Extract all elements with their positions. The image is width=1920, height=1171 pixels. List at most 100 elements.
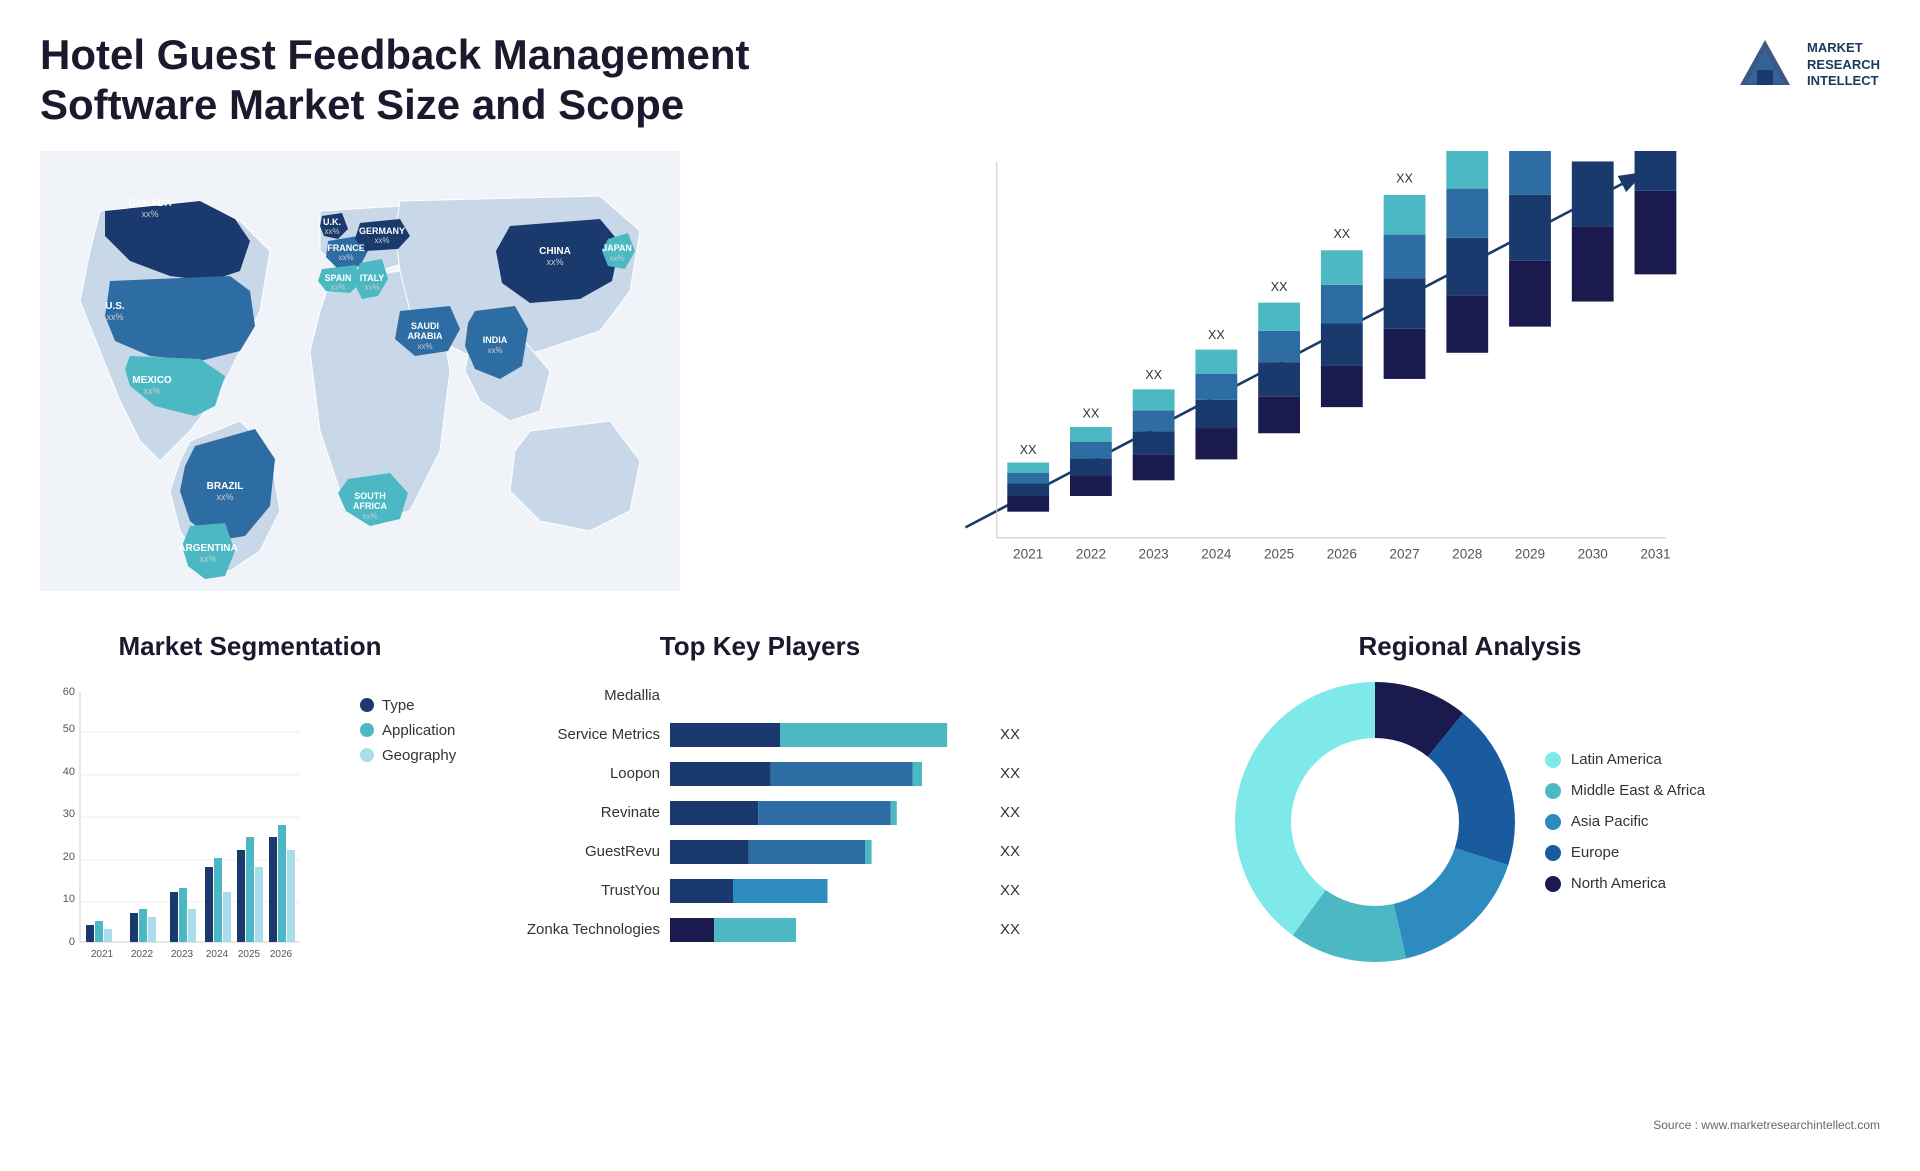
- donut-chart: [1235, 682, 1515, 962]
- header: Hotel Guest Feedback Management Software…: [0, 0, 1920, 151]
- player-name: Zonka Technologies: [500, 921, 660, 938]
- svg-text:xx%: xx%: [364, 283, 379, 292]
- svg-text:2023: 2023: [171, 949, 194, 960]
- svg-text:SPAIN: SPAIN: [325, 273, 352, 283]
- logo-icon: [1735, 35, 1795, 95]
- svg-text:ARABIA: ARABIA: [408, 331, 443, 341]
- player-label: XX: [1000, 843, 1020, 860]
- type-dot: [360, 698, 374, 712]
- player-row-service-metrics: Service Metrics XX: [500, 721, 1020, 749]
- svg-text:xx%: xx%: [338, 253, 353, 262]
- logo-area: MARKET RESEARCH INTELLECT: [1735, 30, 1880, 95]
- segmentation-chart: 0 10 20 30 40 50 60 2021: [40, 682, 300, 982]
- player-row-loopon: Loopon XX: [500, 760, 1020, 788]
- svg-text:xx%: xx%: [216, 492, 233, 502]
- svg-text:FRANCE: FRANCE: [327, 243, 365, 253]
- main-content: CANADA xx% U.S. xx% MEXICO xx% BRAZIL xx…: [0, 151, 1920, 611]
- legend-latin-america: Latin America: [1545, 751, 1705, 768]
- svg-text:2031: 2031: [1640, 547, 1670, 562]
- legend-type: Type: [360, 697, 456, 714]
- svg-text:2025: 2025: [1264, 547, 1294, 562]
- svg-text:xx%: xx%: [141, 209, 158, 219]
- player-row-guestrevu: GuestRevu XX: [500, 838, 1020, 866]
- source-text: Source : www.marketresearchintellect.com: [1653, 1116, 1880, 1134]
- svg-text:10: 10: [63, 893, 75, 905]
- svg-text:2028: 2028: [1452, 547, 1482, 562]
- svg-text:xx%: xx%: [546, 257, 563, 267]
- regional-section: Regional Analysis: [1060, 631, 1880, 1151]
- svg-text:30: 30: [63, 808, 75, 820]
- player-bar: [670, 916, 985, 944]
- svg-text:40: 40: [63, 766, 75, 778]
- svg-text:60: 60: [63, 686, 75, 698]
- svg-text:xx%: xx%: [199, 554, 216, 564]
- svg-text:2022: 2022: [1076, 547, 1106, 562]
- svg-text:2030: 2030: [1578, 547, 1609, 562]
- players-section: Top Key Players Medallia Service Metrics…: [500, 631, 1020, 1151]
- svg-text:20: 20: [63, 851, 75, 863]
- svg-text:ARGENTINA: ARGENTINA: [178, 543, 237, 554]
- regional-content: Latin America Middle East & Africa Asia …: [1060, 682, 1880, 962]
- svg-text:SOUTH: SOUTH: [354, 491, 386, 501]
- svg-text:xx%: xx%: [330, 283, 345, 292]
- svg-text:2027: 2027: [1389, 547, 1419, 562]
- player-bar: [670, 760, 985, 788]
- player-bar: [670, 799, 985, 827]
- svg-text:INDIA: INDIA: [483, 335, 508, 345]
- svg-text:xx%: xx%: [487, 346, 502, 355]
- geography-dot: [360, 748, 374, 762]
- svg-text:2029: 2029: [1515, 547, 1545, 562]
- segmentation-legend: Type Application Geography: [320, 697, 456, 764]
- segmentation-section: Market Segmentation 0 10 20 30 40 50 60: [40, 631, 460, 1151]
- svg-text:U.S.: U.S.: [105, 301, 125, 312]
- svg-text:MEXICO: MEXICO: [132, 375, 172, 386]
- svg-text:XX: XX: [1208, 328, 1225, 342]
- player-name: Revinate: [500, 804, 660, 821]
- player-row-trustyou: TrustYou XX: [500, 877, 1020, 905]
- player-bar: [670, 721, 985, 749]
- player-name: Medallia: [500, 687, 660, 704]
- player-row-zonka: Zonka Technologies XX: [500, 916, 1020, 944]
- regional-title: Regional Analysis: [1060, 631, 1880, 662]
- segmentation-title: Market Segmentation: [40, 631, 460, 662]
- legend-europe: Europe: [1545, 844, 1705, 861]
- players-title: Top Key Players: [500, 631, 1020, 662]
- legend-middle-east: Middle East & Africa: [1545, 782, 1705, 799]
- svg-text:xx%: xx%: [143, 386, 160, 396]
- svg-text:XX: XX: [1396, 171, 1413, 185]
- svg-text:2024: 2024: [206, 949, 229, 960]
- player-label: XX: [1000, 804, 1020, 821]
- world-map: CANADA xx% U.S. xx% MEXICO xx% BRAZIL xx…: [40, 151, 680, 591]
- asia-pacific-dot: [1545, 814, 1561, 830]
- svg-text:GERMANY: GERMANY: [359, 226, 405, 236]
- svg-text:AFRICA: AFRICA: [353, 501, 387, 511]
- svg-text:XX: XX: [1020, 443, 1037, 457]
- player-name: TrustYou: [500, 882, 660, 899]
- player-label: XX: [1000, 726, 1020, 743]
- svg-text:XX: XX: [1083, 406, 1100, 420]
- player-bar: [670, 877, 985, 905]
- svg-text:2021: 2021: [1013, 547, 1043, 562]
- legend-application: Application: [360, 722, 456, 739]
- svg-text:2023: 2023: [1139, 547, 1169, 562]
- player-name: Loopon: [500, 765, 660, 782]
- svg-text:U.K.: U.K.: [323, 217, 341, 227]
- legend-asia-pacific: Asia Pacific: [1545, 813, 1705, 830]
- application-dot: [360, 723, 374, 737]
- svg-text:xx%: xx%: [106, 312, 123, 322]
- svg-text:2022: 2022: [131, 949, 154, 960]
- svg-text:SAUDI: SAUDI: [411, 321, 439, 331]
- logo-text: MARKET RESEARCH INTELLECT: [1807, 40, 1880, 91]
- svg-text:XX: XX: [1145, 368, 1162, 382]
- svg-text:xx%: xx%: [374, 236, 389, 245]
- north-america-dot: [1545, 876, 1561, 892]
- svg-text:XX: XX: [1271, 280, 1288, 294]
- svg-text:ITALY: ITALY: [360, 273, 385, 283]
- svg-text:2025: 2025: [238, 949, 261, 960]
- regional-legend: Latin America Middle East & Africa Asia …: [1545, 751, 1705, 892]
- legend-north-america: North America: [1545, 875, 1705, 892]
- svg-text:JAPAN: JAPAN: [602, 243, 632, 253]
- bottom-sections: Market Segmentation 0 10 20 30 40 50 60: [0, 611, 1920, 1171]
- latin-america-dot: [1545, 752, 1561, 768]
- player-bar: [670, 838, 985, 866]
